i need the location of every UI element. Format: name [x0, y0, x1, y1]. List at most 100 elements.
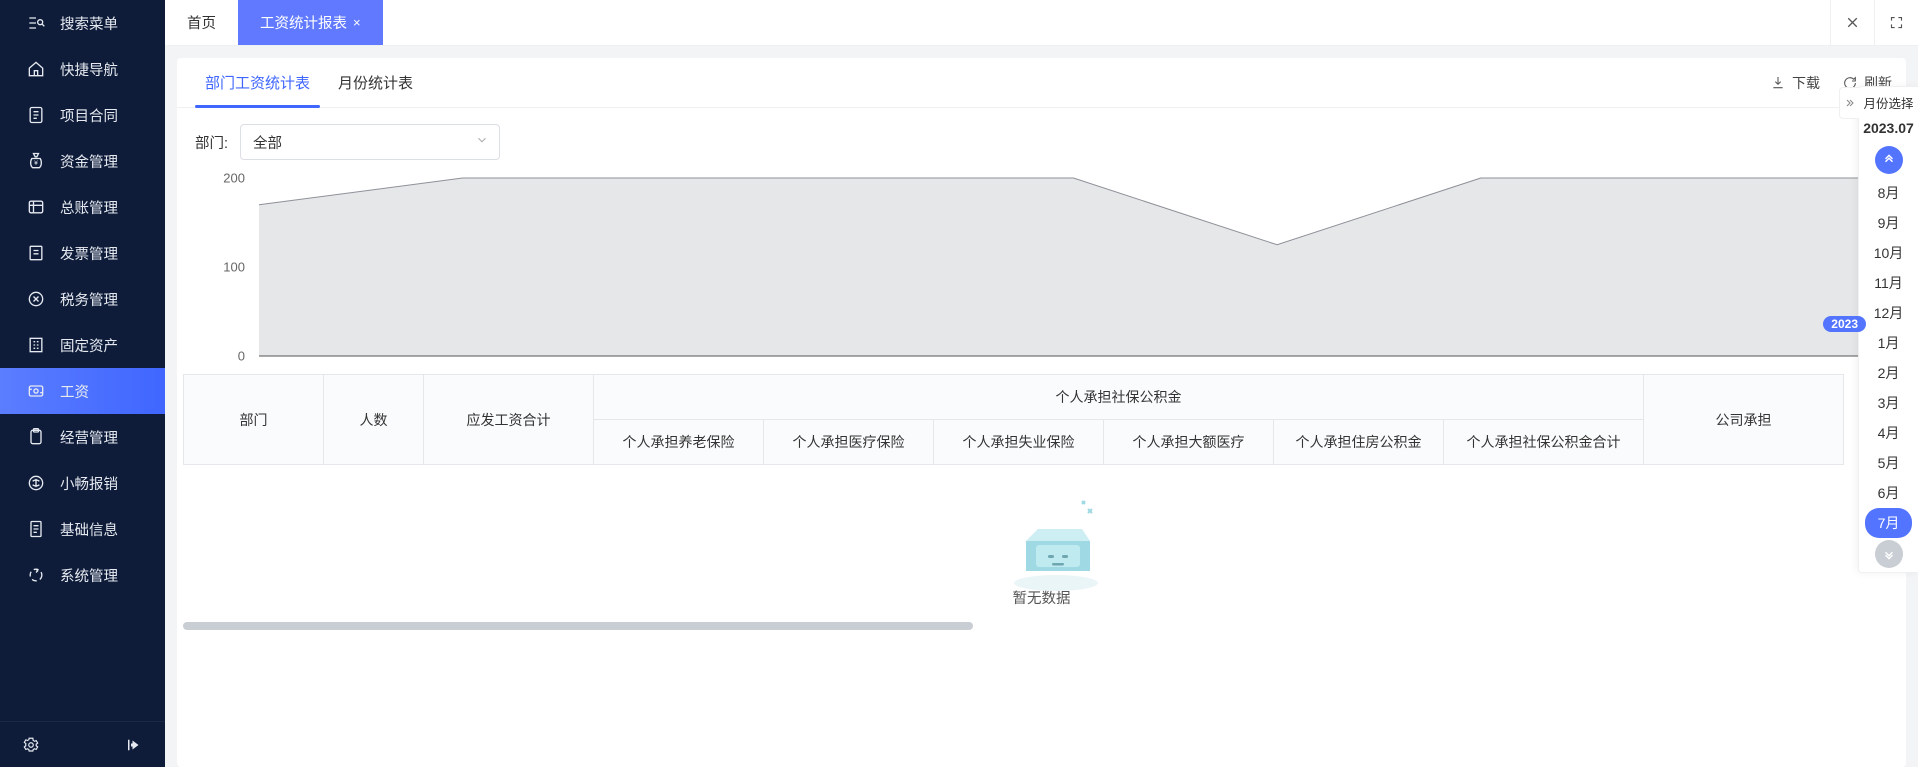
- month-option[interactable]: 5月: [1859, 448, 1918, 478]
- empty-icon: [996, 495, 1088, 573]
- y-tick: 200: [195, 171, 245, 186]
- building-icon: [26, 335, 46, 355]
- file-icon: [26, 519, 46, 539]
- tab-label: 工资统计报表: [260, 12, 347, 33]
- filter-row: 部门: 全部: [177, 108, 1906, 168]
- sidebar-item-label: 固定资产: [60, 335, 118, 356]
- sidebar-item-7[interactable]: 固定资产: [0, 322, 165, 368]
- th: 个人承担住房公积金: [1274, 420, 1444, 465]
- sidebar-item-9[interactable]: 经营管理: [0, 414, 165, 460]
- sidebar-item-label: 项目合同: [60, 105, 118, 126]
- sidebar-item-label: 系统管理: [60, 565, 118, 586]
- month-selector: 月份选择 2023.07 8月9月10月11月12月1月2月3月4月5月6月7月: [1858, 86, 1918, 573]
- th: 人数: [324, 375, 424, 465]
- month-panel-toggle[interactable]: [1839, 87, 1859, 119]
- dept-select-value: 全部: [253, 132, 282, 153]
- month-option[interactable]: 2月: [1859, 358, 1918, 388]
- tab-0[interactable]: 首页: [165, 0, 238, 45]
- sidebar-item-3[interactable]: ¥ 资金管理: [0, 138, 165, 184]
- sidebar-item-label: 税务管理: [60, 289, 118, 310]
- subtab-0[interactable]: 部门工资统计表: [191, 58, 324, 108]
- sidebar-footer: [0, 721, 165, 767]
- home-icon: [26, 59, 46, 79]
- sidebar-item-11[interactable]: 基础信息: [0, 506, 165, 552]
- month-option[interactable]: 8月: [1859, 178, 1918, 208]
- th: 个人承担社保公积金: [594, 375, 1644, 420]
- download-label: 下载: [1792, 73, 1820, 93]
- th: 个人承担大额医疗: [1104, 420, 1274, 465]
- month-up-button[interactable]: [1875, 146, 1903, 174]
- clipboard-icon: [26, 427, 46, 447]
- svg-text:¥: ¥: [34, 160, 38, 167]
- tab-1[interactable]: 工资统计报表 ×: [238, 0, 383, 45]
- sidebar-item-2[interactable]: 项目合同: [0, 92, 165, 138]
- month-option[interactable]: 9月: [1859, 208, 1918, 238]
- sidebar-item-4[interactable]: 总账管理: [0, 184, 165, 230]
- invoice-icon: [26, 243, 46, 263]
- report-panel: 部门工资统计表月份统计表 下载 刷新 部门: 全部: [177, 58, 1906, 767]
- sidebar-item-label: 资金管理: [60, 151, 118, 172]
- sidebar-item-8[interactable]: 工资: [0, 368, 165, 414]
- contract-icon: [26, 105, 46, 125]
- month-option[interactable]: 7月: [1865, 508, 1912, 538]
- sidebar-item-label: 经营管理: [60, 427, 118, 448]
- month-panel-current: 2023.07: [1859, 114, 1918, 144]
- filter-label: 部门:: [195, 132, 228, 153]
- ledger-icon: [26, 197, 46, 217]
- table-wrap: 部门人数应发工资合计个人承担社保公积金公司承担个人承担养老保险个人承担医疗保险个…: [183, 374, 1900, 618]
- topbar: 首页 工资统计报表 ×: [165, 0, 1918, 46]
- sidebar-list: 搜索菜单快捷导航项目合同 ¥ 资金管理总账管理发票管理税务管理固定资产工资经营管理小…: [0, 0, 165, 721]
- close-all-button[interactable]: [1830, 0, 1874, 45]
- main: 首页 工资统计报表 × 部门工资统计表月份统计表 下载 刷新: [165, 0, 1918, 767]
- month-down-button[interactable]: [1875, 540, 1903, 568]
- sidebar-item-label: 搜索菜单: [60, 13, 118, 34]
- close-icon[interactable]: ×: [353, 15, 361, 30]
- fullscreen-button[interactable]: [1874, 0, 1918, 45]
- sidebar: 搜索菜单快捷导航项目合同 ¥ 资金管理总账管理发票管理税务管理固定资产工资经营管理小…: [0, 0, 165, 767]
- sidebar-item-6[interactable]: 税务管理: [0, 276, 165, 322]
- salary-chart: 0100200: [195, 172, 1888, 362]
- horizontal-scrollbar[interactable]: [183, 622, 1900, 632]
- salary-table: 部门人数应发工资合计个人承担社保公积金公司承担个人承担养老保险个人承担医疗保险个…: [183, 374, 1844, 465]
- month-option[interactable]: 3月: [1859, 388, 1918, 418]
- sidebar-item-label: 总账管理: [60, 197, 118, 218]
- sidebar-item-10[interactable]: 小畅报销: [0, 460, 165, 506]
- sidebar-item-label: 发票管理: [60, 243, 118, 264]
- chevron-down-icon: [475, 133, 489, 151]
- month-panel-title: 月份选择: [1859, 87, 1918, 114]
- sidebar-item-12[interactable]: 系统管理: [0, 552, 165, 598]
- sidebar-item-0[interactable]: 搜索菜单: [0, 0, 165, 46]
- subtabs: 部门工资统计表月份统计表 下载 刷新: [177, 58, 1906, 108]
- th: 个人承担医疗保险: [764, 420, 934, 465]
- th: 个人承担养老保险: [594, 420, 764, 465]
- sidebar-item-label: 基础信息: [60, 519, 118, 540]
- month-option[interactable]: 6月: [1859, 478, 1918, 508]
- payroll-icon: [26, 381, 46, 401]
- th: 应发工资合计: [424, 375, 594, 465]
- moneybag-icon: ¥: [26, 151, 46, 171]
- chart-container: 0100200: [177, 168, 1906, 374]
- download-icon: [1770, 75, 1786, 91]
- month-option[interactable]: 11月: [1859, 268, 1918, 298]
- th: 部门: [184, 375, 324, 465]
- sidebar-item-5[interactable]: 发票管理: [0, 230, 165, 276]
- sidebar-item-label: 小畅报销: [60, 473, 118, 494]
- gear-icon[interactable]: [22, 736, 40, 754]
- sidebar-item-label: 工资: [60, 381, 89, 402]
- dept-select[interactable]: 全部: [240, 124, 500, 160]
- month-option[interactable]: 10月: [1859, 238, 1918, 268]
- subtab-1[interactable]: 月份统计表: [324, 58, 427, 108]
- scrollbar-thumb[interactable]: [183, 622, 973, 630]
- th: 公司承担: [1644, 375, 1844, 465]
- sidebar-item-1[interactable]: 快捷导航: [0, 46, 165, 92]
- year-badge: 2023: [1823, 316, 1866, 332]
- y-tick: 100: [195, 260, 245, 275]
- download-button[interactable]: 下载: [1770, 73, 1820, 93]
- reimburse-icon: [26, 473, 46, 493]
- th: 个人承担失业保险: [934, 420, 1104, 465]
- month-option[interactable]: 4月: [1859, 418, 1918, 448]
- month-option[interactable]: 12月: [1859, 298, 1918, 328]
- month-option[interactable]: 1月: [1859, 328, 1918, 358]
- collapse-icon[interactable]: [125, 736, 143, 754]
- cycle-icon: [26, 565, 46, 585]
